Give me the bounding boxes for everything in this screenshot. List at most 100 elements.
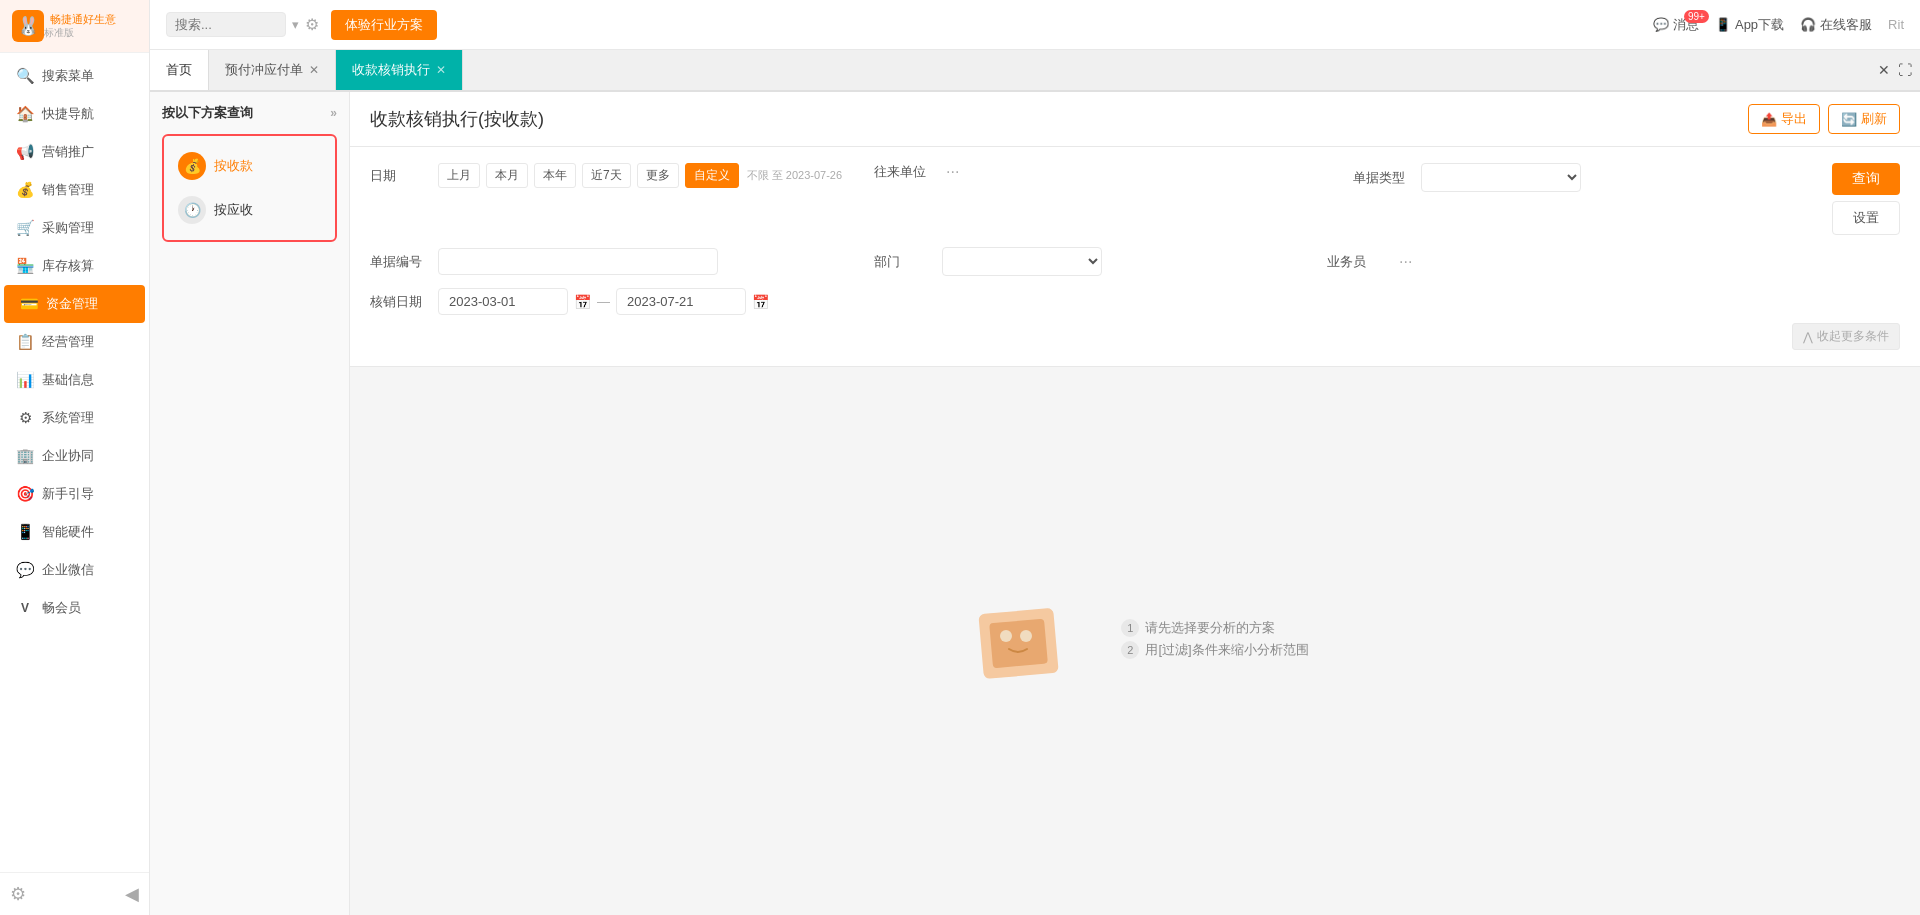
left-panel-header: 按以下方案查询 » (162, 104, 337, 122)
voucher-type-select[interactable] (1421, 163, 1581, 192)
topbar-dropdown-icon[interactable]: ▾ (292, 17, 299, 32)
sidebar-item-label: 快捷导航 (42, 105, 94, 123)
tab-receipt[interactable]: 收款核销执行 ✕ (336, 50, 463, 90)
left-panel-title: 按以下方案查询 (162, 104, 253, 122)
left-panel-item-by-receivable[interactable]: 🕐 按应收 (172, 188, 327, 232)
topbar-settings-icon[interactable]: ⚙ (305, 15, 319, 34)
sidebar-item-label: 智能硬件 (42, 523, 94, 541)
main-area: ▾ ⚙ 体验行业方案 💬 消息 99+ 📱 App下载 🎧 在线客服 Rit 首… (150, 0, 1920, 915)
service-icon: 🎧 (1800, 17, 1816, 32)
sidebar-item-search-menu[interactable]: 🔍 搜索菜单 (0, 57, 149, 95)
tab-prepay-close-icon[interactable]: ✕ (309, 63, 319, 77)
filter-dates: 上月 本月 本年 近7天 更多 自定义 (438, 163, 739, 188)
sidebar-item-wechat[interactable]: 💬 企业微信 (0, 551, 149, 589)
export-button[interactable]: 📤 导出 (1748, 104, 1820, 134)
verify-date-end-calendar-icon[interactable]: 📅 (752, 294, 769, 310)
filter-settings-button[interactable]: 设置 (1832, 201, 1900, 235)
left-panel-item-by-receipt[interactable]: 💰 按收款 (172, 144, 327, 188)
salesperson-dots[interactable]: ··· (1395, 253, 1416, 271)
enterprise-icon: 🏢 (16, 447, 34, 465)
query-button[interactable]: 查询 (1832, 163, 1900, 195)
right-content: 收款核销执行(按收款) 📤 导出 🔄 刷新 日期 (350, 92, 1920, 915)
empty-illustration (961, 581, 1081, 701)
tabbar: 首页 预付冲应付单 ✕ 收款核销执行 ✕ ✕ ⛶ (150, 50, 1920, 92)
sidebar-settings-icon[interactable]: ⚙ (10, 883, 26, 905)
collapse-more-label: 收起更多条件 (1817, 328, 1889, 345)
app-version: 标准版 (44, 26, 116, 40)
user-name[interactable]: Rit (1888, 17, 1904, 32)
sidebar-item-inventory[interactable]: 🏪 库存核算 (0, 247, 149, 285)
collapse-more-button[interactable]: ⋀ 收起更多条件 (1792, 323, 1900, 350)
date-more-btn[interactable]: 更多 (637, 163, 679, 188)
date-last-month-btn[interactable]: 上月 (438, 163, 480, 188)
sidebar-logo: 🐰 畅捷通好生意 标准版 (0, 0, 149, 53)
chevron-up-icon: ⋀ (1803, 330, 1813, 344)
message-icon: 💬 (1653, 17, 1669, 32)
message-action[interactable]: 💬 消息 99+ (1653, 16, 1699, 34)
hint-num-1: 1 (1121, 619, 1139, 637)
left-panel-collapse-icon[interactable]: » (330, 106, 337, 120)
tab-expand-icon[interactable]: ⛶ (1898, 62, 1912, 78)
sales-icon: 💰 (16, 181, 34, 199)
sidebar-item-label: 新手引导 (42, 485, 94, 503)
verify-date-range: 📅 — 📅 (438, 288, 769, 315)
date-this-month-btn[interactable]: 本月 (486, 163, 528, 188)
app-download-icon: 📱 (1715, 17, 1731, 32)
tabbar-controls: ✕ ⛶ (1878, 50, 1920, 90)
counterparty-label: 往来单位 (874, 163, 934, 181)
voucher-no-input[interactable] (438, 248, 718, 275)
date-custom-btn[interactable]: 自定义 (685, 163, 739, 188)
sidebar-item-label: 销售管理 (42, 181, 94, 199)
funds-icon: 💳 (20, 295, 38, 313)
sidebar-item-purchase[interactable]: 🛒 采购管理 (0, 209, 149, 247)
sidebar-item-sales[interactable]: 💰 销售管理 (0, 171, 149, 209)
app-download-action[interactable]: 📱 App下载 (1715, 16, 1784, 34)
industry-solution-button[interactable]: 体验行业方案 (331, 10, 437, 40)
date-this-year-btn[interactable]: 本年 (534, 163, 576, 188)
refresh-button[interactable]: 🔄 刷新 (1828, 104, 1900, 134)
svg-rect-1 (990, 619, 1049, 669)
verify-date-start-input[interactable] (438, 288, 568, 315)
quick-nav-icon: 🏠 (16, 105, 34, 123)
tab-home[interactable]: 首页 (150, 50, 209, 90)
hint-num-2: 2 (1121, 641, 1139, 659)
sidebar-item-marketing[interactable]: 📢 营销推广 (0, 133, 149, 171)
verify-date-end-input[interactable] (616, 288, 746, 315)
tab-receipt-label: 收款核销执行 (352, 61, 430, 79)
message-badge: 99+ (1684, 10, 1709, 23)
empty-hint-2: 2 用[过滤]条件来缩小分析范围 (1121, 641, 1308, 659)
sidebar-item-funds[interactable]: 💳 资金管理 (4, 285, 145, 323)
sidebar-item-label: 畅会员 (42, 599, 81, 617)
tab-prepay[interactable]: 预付冲应付单 ✕ (209, 50, 336, 90)
voucher-type-label: 单据类型 (1353, 169, 1413, 187)
sidebar-item-system[interactable]: ⚙ 系统管理 (0, 399, 149, 437)
app-name: 畅捷通好生意 (50, 12, 116, 26)
department-select[interactable] (942, 247, 1102, 276)
receipt-item-icon: 💰 (178, 152, 206, 180)
sidebar: 🐰 畅捷通好生意 标准版 🔍 搜索菜单 🏠 快捷导航 📢 营销推广 💰 销售管理… (0, 0, 150, 915)
sidebar-item-basic-info[interactable]: 📊 基础信息 (0, 361, 149, 399)
sidebar-item-guide[interactable]: 🎯 新手引导 (0, 475, 149, 513)
date-7days-btn[interactable]: 近7天 (582, 163, 631, 188)
sidebar-item-member[interactable]: V 畅会员 (0, 589, 149, 627)
sidebar-item-label: 搜索菜单 (42, 67, 94, 85)
sidebar-item-quick-nav[interactable]: 🏠 快捷导航 (0, 95, 149, 133)
sidebar-item-operations[interactable]: 📋 经营管理 (0, 323, 149, 361)
search-menu-icon: 🔍 (16, 67, 34, 85)
sidebar-item-label: 企业协同 (42, 447, 94, 465)
brand-search-input[interactable] (166, 12, 286, 37)
tab-home-label: 首页 (166, 61, 192, 79)
sidebar-item-enterprise[interactable]: 🏢 企业协同 (0, 437, 149, 475)
refresh-label: 刷新 (1861, 110, 1887, 128)
tab-receipt-close-icon[interactable]: ✕ (436, 63, 446, 77)
sidebar-item-hardware[interactable]: 📱 智能硬件 (0, 513, 149, 551)
counterparty-dots[interactable]: ··· (942, 163, 963, 181)
page-header: 收款核销执行(按收款) 📤 导出 🔄 刷新 (350, 92, 1920, 147)
sidebar-collapse-icon[interactable]: ◀ (125, 883, 139, 905)
tab-close-all-icon[interactable]: ✕ (1878, 62, 1890, 78)
filter-area: 日期 上月 本月 本年 近7天 更多 自定义 不限 至 2023-07-26 (350, 147, 1920, 367)
online-service-action[interactable]: 🎧 在线客服 (1800, 16, 1872, 34)
app-download-label: App下载 (1735, 16, 1784, 34)
verify-date-start-calendar-icon[interactable]: 📅 (574, 294, 591, 310)
online-service-label: 在线客服 (1820, 16, 1872, 34)
